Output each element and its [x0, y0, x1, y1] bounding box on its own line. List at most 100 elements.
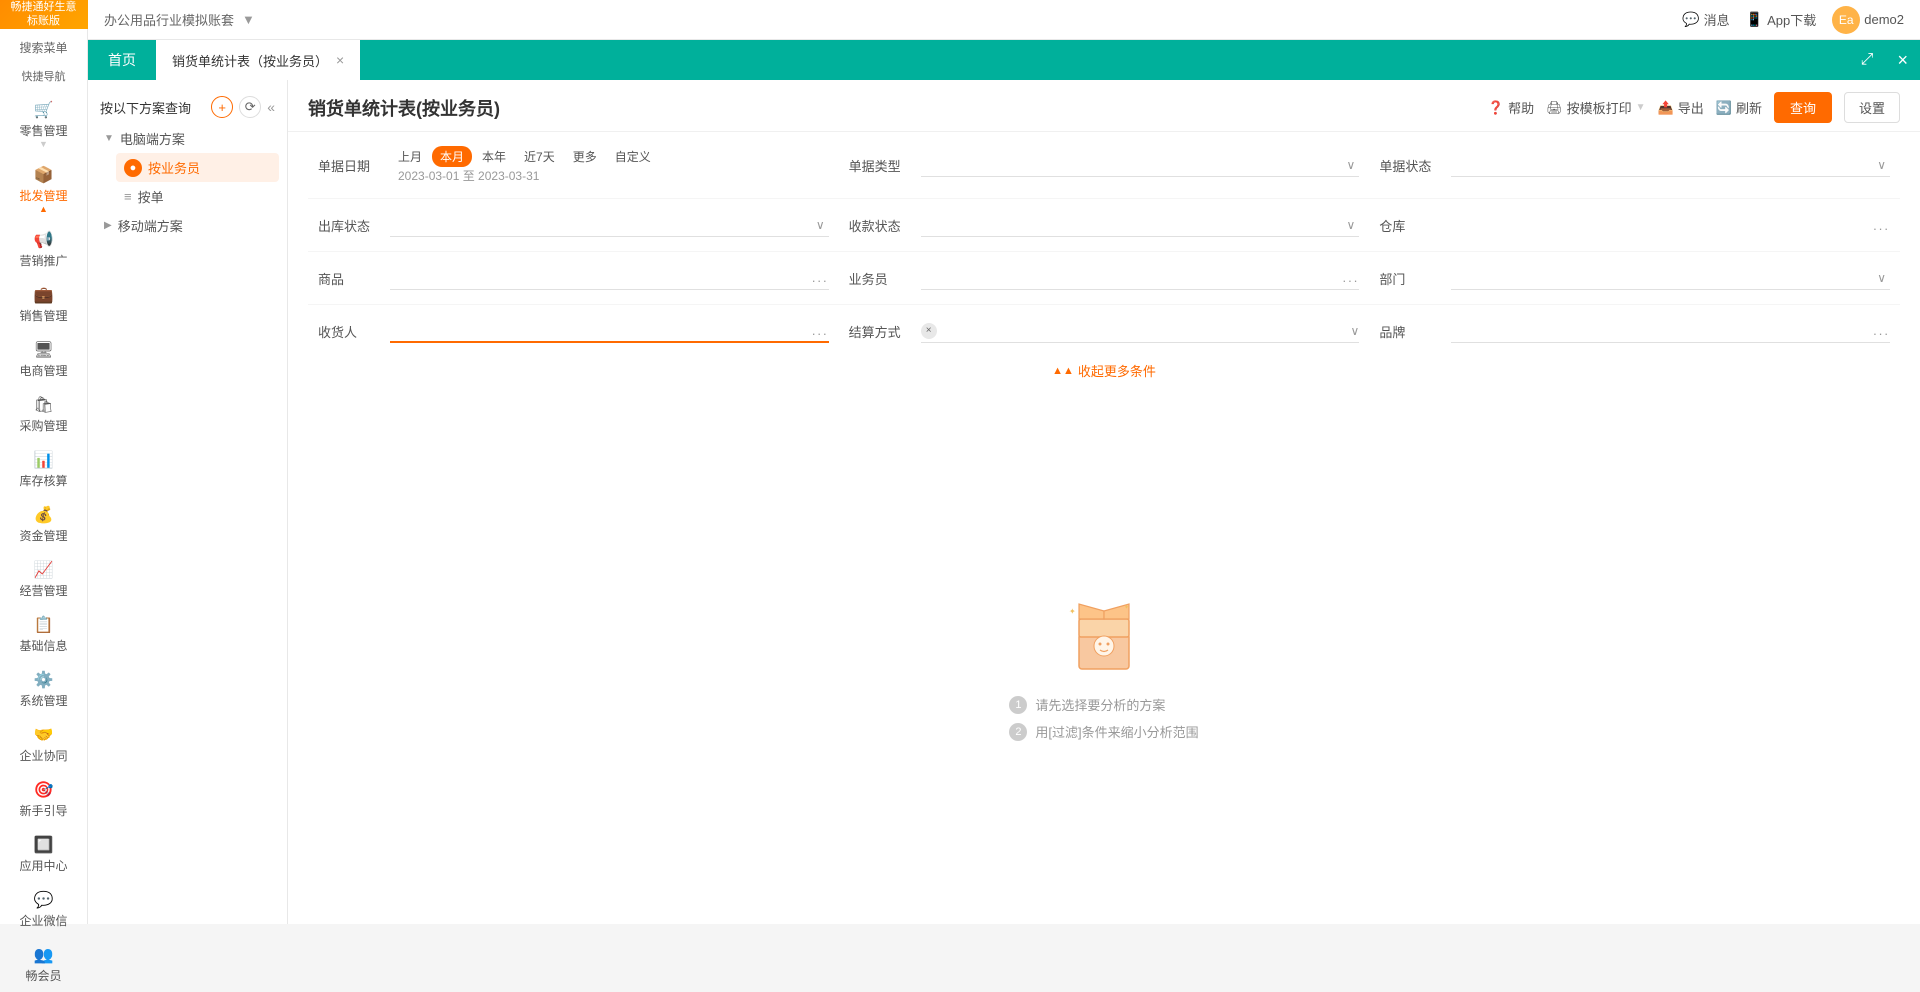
- tree-desktop-group[interactable]: ▼ 电脑端方案: [96, 124, 279, 153]
- date-tab-more[interactable]: 更多: [565, 146, 605, 167]
- doctype-arrow-icon: ∨: [1347, 158, 1356, 172]
- tree-item-by-salesperson[interactable]: ● 按业务员: [116, 153, 279, 182]
- docstatus-dropdown[interactable]: ∨: [1451, 153, 1890, 177]
- consignee-dots[interactable]: ...: [812, 323, 829, 338]
- tree-expand-icon: ▶: [104, 220, 112, 231]
- print-label: 按模板打印: [1567, 98, 1632, 117]
- maximize-btn[interactable]: ⤢: [1849, 51, 1886, 69]
- query-btn[interactable]: 查询: [1774, 92, 1832, 123]
- date-tab-7days[interactable]: 近7天: [516, 146, 563, 167]
- collapse-label: 收起更多条件: [1078, 361, 1156, 380]
- outstatus-dropdown[interactable]: ∨: [390, 213, 829, 237]
- tree-desktop-label: 电脑端方案: [120, 129, 185, 148]
- sales-icon: 💼: [34, 285, 54, 305]
- warehouse-dots[interactable]: ...: [1873, 218, 1890, 233]
- content-area: 按以下方案查询 + ⟳ « ▼ 电脑端方案 ● 按业务员: [88, 80, 1920, 924]
- user-menu[interactable]: Ea demo2: [1832, 6, 1904, 34]
- sidebar-item-basic[interactable]: 📋 基础信息: [0, 607, 87, 662]
- sidebar-item-newbie[interactable]: 🎯 新手引导: [0, 772, 87, 827]
- close-window-btn[interactable]: ×: [1885, 50, 1920, 71]
- paystatus-dropdown[interactable]: ∨: [921, 213, 1360, 237]
- date-tab-last-month[interactable]: 上月: [390, 146, 430, 167]
- sidebar-item-member[interactable]: 👥 畅会员: [0, 937, 87, 992]
- print-btn[interactable]: 🖨 按模板打印 ▼: [1546, 98, 1645, 117]
- filter-row-3: 商品 ... 业务员 ... 部门: [308, 262, 1900, 305]
- filter-cell-salesperson: 业务员 ...: [839, 262, 1370, 294]
- sidebar-item-system[interactable]: ⚙️ 系统管理: [0, 662, 87, 717]
- filter-row-4: 收货人 ... 结算方式 × ∨: [308, 315, 1900, 355]
- tree-item-by-order[interactable]: ≡ 按单: [116, 182, 279, 211]
- order-icon: ≡: [124, 189, 132, 204]
- filter-cell-docstatus: 单据状态 ∨: [1369, 142, 1900, 188]
- sidebar-item-wholesale[interactable]: 📦 批发管理 ▲: [0, 157, 87, 222]
- sidebar-item-label: 电商管理: [19, 362, 67, 379]
- sidebar-item-corp[interactable]: 🤝 企业协同: [0, 717, 87, 772]
- sidebar-item-inventory[interactable]: 📊 库存核算: [0, 442, 87, 497]
- filter-area: 单据日期 上月 本月 本年 近7天 更多 自定义 2023-03-01 至 20…: [288, 132, 1920, 396]
- logo-line2: 标账版: [11, 14, 77, 28]
- collapse-panel-btn[interactable]: «: [267, 99, 275, 115]
- dept-dropdown[interactable]: ∨: [1451, 266, 1890, 290]
- consignee-label: 收货人: [318, 322, 390, 341]
- tip-text-1: 请先选择要分析的方案: [1035, 695, 1165, 714]
- sidebar-item-operations[interactable]: 📈 经营管理: [0, 552, 87, 607]
- svg-text:✦: ✦: [1124, 604, 1129, 611]
- refresh-scheme-btn[interactable]: ⟳: [239, 96, 261, 118]
- salesperson-dots[interactable]: ...: [1342, 270, 1359, 285]
- quick-nav[interactable]: 快捷导航: [0, 62, 87, 88]
- logo-line1: 畅捷通好生意: [11, 0, 77, 14]
- search-menu[interactable]: 搜索菜单: [0, 29, 87, 62]
- tree-mobile-group[interactable]: ▶ 移动端方案: [96, 211, 279, 240]
- sidebar-item-ecom[interactable]: 🖥 电商管理: [0, 332, 87, 387]
- add-scheme-btn[interactable]: +: [211, 96, 233, 118]
- date-tab-this-year[interactable]: 本年: [474, 146, 514, 167]
- sidebar-item-retail[interactable]: 🛒 零售管理 ▼: [0, 92, 87, 157]
- doctype-dropdown[interactable]: ∨: [921, 153, 1360, 177]
- sidebar-item-purchase[interactable]: 🛍 采购管理: [0, 387, 87, 442]
- sidebar: 畅捷通好生意 标账版 搜索菜单 快捷导航 🛒 零售管理 ▼ 📦 批发管理 ▲ 📢…: [0, 0, 88, 924]
- tab-home[interactable]: 首页: [88, 40, 156, 80]
- tree-section: ▼ 电脑端方案 ● 按业务员 ≡ 按单 ▶ 移动端方案: [88, 124, 287, 240]
- chevron-icon: ▼: [39, 139, 48, 149]
- app-download-btn[interactable]: 📱 App下载: [1746, 10, 1817, 29]
- newbie-icon: 🎯: [34, 780, 54, 800]
- tab-close-icon[interactable]: ×: [336, 52, 344, 68]
- settings-btn[interactable]: 设置: [1844, 92, 1900, 123]
- collapse-filter-btn[interactable]: ▲▲ 收起更多条件: [308, 355, 1900, 386]
- sidebar-item-marketing[interactable]: 📢 营销推广: [0, 222, 87, 277]
- filter-row-1: 单据日期 上月 本月 本年 近7天 更多 自定义 2023-03-01 至 20…: [308, 142, 1900, 199]
- sidebar-item-label: 资金管理: [19, 527, 67, 544]
- tabbar: 首页 销货单统计表（按业务员） × ⤢ ×: [88, 40, 1920, 80]
- empty-tip-2: 2 用[过滤]条件来缩小分析范围: [1009, 722, 1198, 741]
- settlement-control: × ∨: [921, 319, 1360, 343]
- sidebar-item-finance[interactable]: 💰 资金管理: [0, 497, 87, 552]
- export-btn[interactable]: 📤 导出: [1658, 98, 1704, 117]
- goods-label: 商品: [318, 269, 390, 288]
- outstatus-label: 出库状态: [318, 216, 390, 235]
- sidebar-item-label: 采购管理: [19, 417, 67, 434]
- sidebar-item-label: 企业协同: [19, 747, 67, 764]
- help-btn[interactable]: ❓ 帮助: [1488, 98, 1534, 117]
- filter-cell-warehouse: 仓库 ...: [1369, 209, 1900, 241]
- brand-dots[interactable]: ...: [1873, 323, 1890, 338]
- tree-expand-icon: ▼: [104, 133, 114, 144]
- warehouse-label: 仓库: [1379, 216, 1451, 235]
- date-tab-this-month[interactable]: 本月: [432, 146, 472, 167]
- apps-icon: 🔲: [34, 835, 54, 855]
- message-btn[interactable]: 💬 消息: [1682, 10, 1729, 29]
- date-tab-custom[interactable]: 自定义: [607, 146, 659, 167]
- sidebar-item-apps[interactable]: 🔲 应用中心: [0, 827, 87, 882]
- topbar-left: 办公用品行业模拟账套 ▼: [104, 10, 255, 29]
- refresh-btn[interactable]: 🔄 刷新: [1716, 98, 1762, 117]
- goods-dots[interactable]: ...: [812, 270, 829, 285]
- dept-arrow-icon: ∨: [1877, 271, 1886, 285]
- sidebar-item-wechat[interactable]: 💬 企业微信: [0, 882, 87, 937]
- sidebar-item-label: 批发管理: [19, 187, 67, 204]
- tree-sub-desktop: ● 按业务员 ≡ 按单: [96, 153, 279, 211]
- sidebar-item-sales[interactable]: 💼 销售管理: [0, 277, 87, 332]
- operations-icon: 📈: [34, 560, 54, 580]
- tab-sales-stat[interactable]: 销货单统计表（按业务员） ×: [156, 40, 360, 80]
- dropdown-arrow-icon[interactable]: ▼: [242, 12, 255, 27]
- settlement-clear-btn[interactable]: ×: [921, 323, 937, 339]
- empty-state: ✦ ✦ 1 请先选择要分析的方案 2 用[过滤]条件来缩小分析范围: [288, 396, 1920, 924]
